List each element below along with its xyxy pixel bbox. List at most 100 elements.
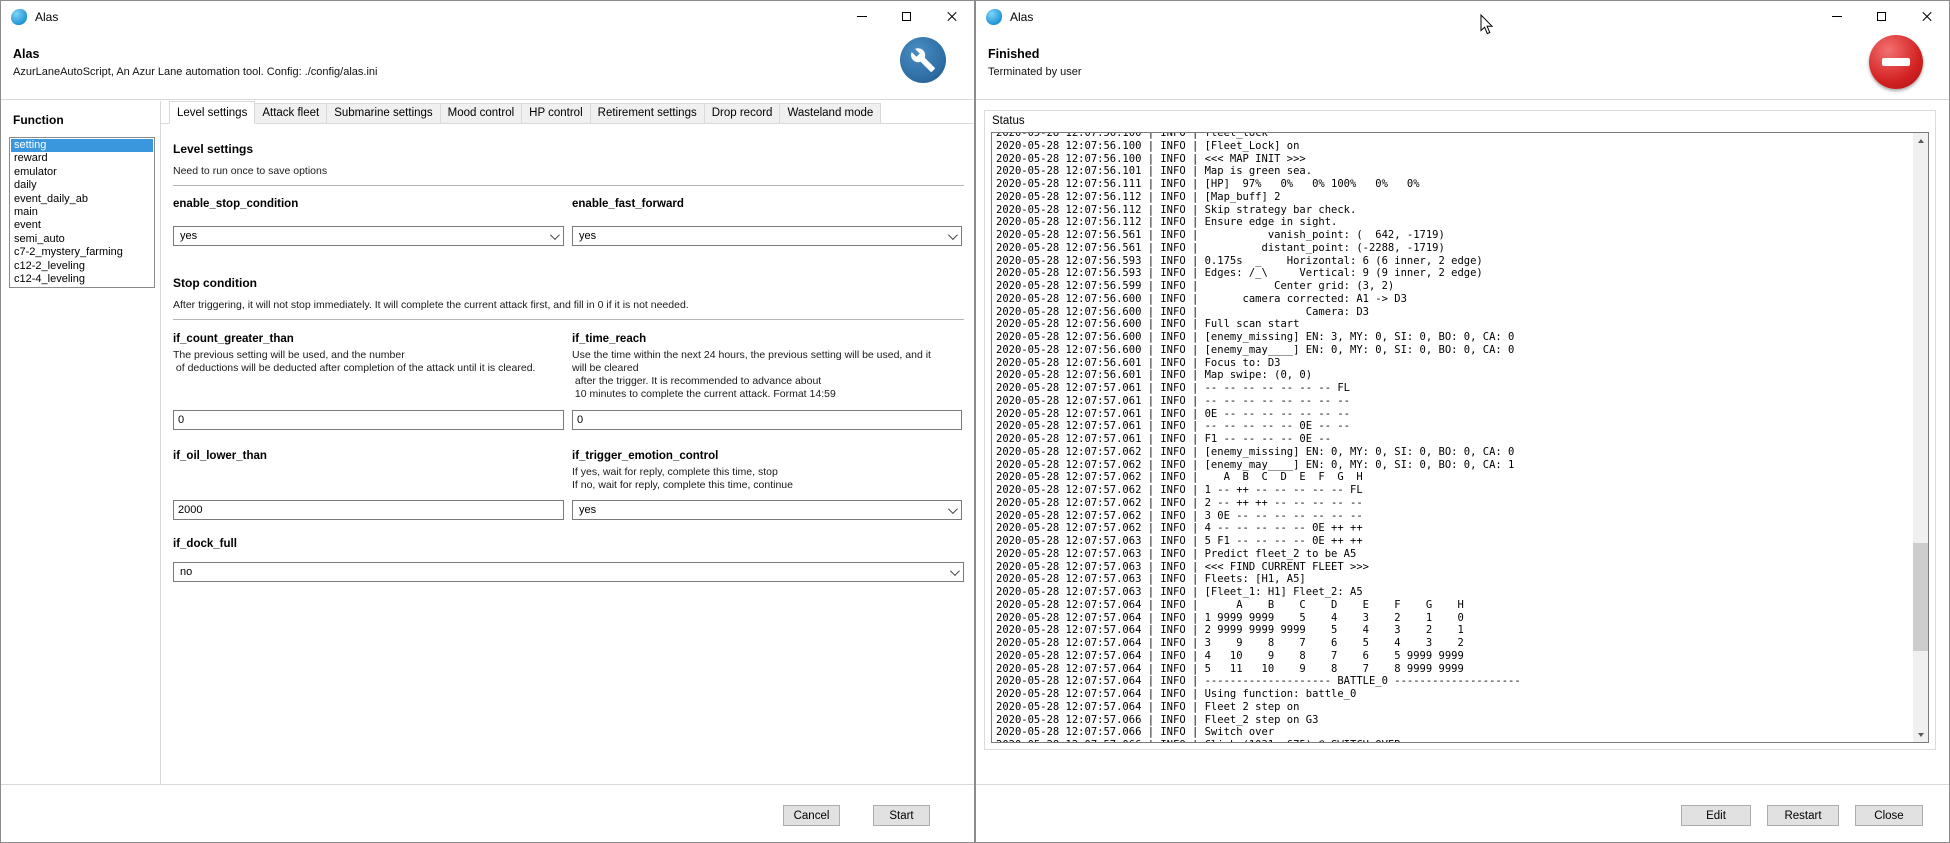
- tab-level-settings[interactable]: Level settings: [169, 101, 255, 124]
- chevron-down-icon: [948, 504, 958, 514]
- titlebar: Alas: [1, 1, 974, 33]
- restart-button[interactable]: Restart: [1767, 805, 1839, 826]
- scroll-down-button[interactable]: [1913, 727, 1928, 742]
- alas-config-window: Alas Alas AzurLaneAutoScript, An Azur La…: [0, 0, 975, 843]
- enable-stop-condition-value: yes: [180, 230, 197, 242]
- field-label-if-dock-full: if_dock_full: [173, 538, 964, 550]
- tab-hp-control[interactable]: HP control: [521, 103, 590, 123]
- sidebar-item-event_daily_ab[interactable]: event_daily_ab: [11, 193, 153, 206]
- wrench-icon: [910, 47, 936, 73]
- scroll-down-icon: [1918, 733, 1924, 737]
- chevron-down-icon: [948, 230, 958, 240]
- if-oil-lower-than-input[interactable]: [173, 500, 564, 520]
- section-title-level-settings: Level settings: [173, 142, 964, 156]
- no-entry-icon: [1882, 58, 1910, 66]
- alas-app-icon: [986, 9, 1002, 25]
- if-time-reach-input[interactable]: [572, 410, 962, 430]
- scroll-up-icon: [1918, 139, 1924, 143]
- enable-fast-forward-select[interactable]: yes: [572, 226, 962, 246]
- log-scrollbar[interactable]: [1913, 133, 1928, 742]
- app-subtitle: AzurLaneAutoScript, An Azur Lane automat…: [13, 66, 974, 78]
- section-title-stop-condition: Stop condition: [173, 276, 964, 290]
- function-label: Function: [13, 113, 160, 127]
- maximize-icon: [1877, 12, 1886, 21]
- field-desc: Use the time within the next 24 hours, t…: [572, 349, 962, 362]
- sidebar-item-event[interactable]: event: [11, 219, 153, 232]
- sidebar-item-c12-4_leveling[interactable]: c12-4_leveling: [11, 273, 153, 286]
- field-label-if-oil-lower-than: if_oil_lower_than: [173, 450, 564, 462]
- scroll-up-button[interactable]: [1913, 133, 1928, 148]
- tab-wasteland-mode[interactable]: Wasteland mode: [779, 103, 881, 123]
- field-label-if-trigger-emotion-control: if_trigger_emotion_control: [572, 450, 962, 462]
- section-desc-level-settings: Need to run once to save options: [173, 165, 964, 177]
- log-viewport[interactable]: 2020-05-28 12:07:56.100 | INFO | fleet_l…: [991, 132, 1929, 743]
- field-desc: If yes, wait for reply, complete this ti…: [572, 466, 962, 479]
- chevron-down-icon: [950, 566, 960, 576]
- field-desc: will be cleared: [572, 362, 962, 375]
- level-settings-panel: Level settings Need to run once to save …: [161, 124, 974, 582]
- if-dock-full-value: no: [180, 566, 192, 578]
- function-sidebar: Function settingrewardemulatordailyevent…: [1, 101, 161, 784]
- maximize-icon: [902, 12, 911, 21]
- field-label-enable-stop-condition: enable_stop_condition: [173, 198, 564, 210]
- scrollbar-thumb[interactable]: [1913, 543, 1928, 651]
- if-count-greater-than-input[interactable]: [173, 410, 564, 430]
- tab-drop-record[interactable]: Drop record: [704, 103, 781, 123]
- sidebar-item-reward[interactable]: reward: [11, 152, 153, 165]
- tab-attack-fleet[interactable]: Attack fleet: [254, 103, 327, 123]
- close-run-button[interactable]: Close: [1855, 805, 1923, 826]
- stopped-badge: [1869, 35, 1923, 89]
- maximize-button[interactable]: [884, 1, 929, 32]
- close-icon: [1921, 11, 1933, 23]
- alas-run-window: Alas Finished Terminated by user Status …: [975, 0, 1950, 843]
- function-list[interactable]: settingrewardemulatordailyevent_daily_ab…: [9, 137, 155, 288]
- if-trigger-emotion-control-select[interactable]: yes: [572, 500, 962, 520]
- status-label: Status: [992, 115, 1025, 127]
- minimize-icon: [857, 16, 867, 17]
- field-label-if-time-reach: if_time_reach: [572, 333, 962, 345]
- section-desc-stop-condition: After triggering, it will not stop immed…: [173, 299, 964, 311]
- edit-button[interactable]: Edit: [1681, 805, 1751, 826]
- if-trigger-emotion-control-value: yes: [579, 504, 596, 516]
- run-header: Finished Terminated by user: [976, 33, 1949, 100]
- enable-stop-condition-select[interactable]: yes: [173, 226, 564, 246]
- status-log: 2020-05-28 12:07:56.100 | INFO | fleet_l…: [992, 132, 1928, 743]
- status-groupbox: Status 2020-05-28 12:07:56.100 | INFO | …: [984, 110, 1936, 750]
- minimize-button[interactable]: [839, 1, 884, 32]
- right-footer: Edit Restart Close: [976, 784, 1949, 842]
- field-desc: The previous setting will be used, and t…: [173, 349, 564, 362]
- if-dock-full-select[interactable]: no: [173, 562, 964, 582]
- window-title: Alas: [1010, 10, 1033, 24]
- tab-submarine-settings[interactable]: Submarine settings: [326, 103, 440, 123]
- minimize-icon: [1832, 16, 1842, 17]
- run-status-title: Finished: [988, 47, 1949, 61]
- start-button[interactable]: Start: [873, 805, 930, 826]
- sidebar-item-semi_auto[interactable]: semi_auto: [11, 233, 153, 246]
- cancel-button[interactable]: Cancel: [783, 805, 840, 826]
- sidebar-item-main[interactable]: main: [11, 206, 153, 219]
- field-label-if-count-greater-than: if_count_greater_than: [173, 333, 564, 345]
- field-desc: of deductions will be deducted after com…: [173, 362, 564, 375]
- maximize-button[interactable]: [1859, 1, 1904, 32]
- enable-fast-forward-value: yes: [579, 230, 596, 242]
- settings-tabstrip: Level settingsAttack fleetSubmarine sett…: [161, 101, 974, 124]
- app-header: Alas AzurLaneAutoScript, An Azur Lane au…: [1, 33, 974, 100]
- close-button[interactable]: [929, 1, 974, 32]
- alas-app-icon: [11, 9, 27, 25]
- sidebar-item-emulator[interactable]: emulator: [11, 166, 153, 179]
- field-label-enable-fast-forward: enable_fast_forward: [572, 198, 962, 210]
- sidebar-item-daily[interactable]: daily: [11, 179, 153, 192]
- tab-mood-control[interactable]: Mood control: [440, 103, 522, 123]
- minimize-button[interactable]: [1814, 1, 1859, 32]
- run-status-subtitle: Terminated by user: [988, 66, 1949, 78]
- sidebar-item-c7-2_mystery_farming[interactable]: c7-2_mystery_farming: [11, 246, 153, 259]
- close-button[interactable]: [1904, 1, 1949, 32]
- sidebar-item-setting[interactable]: setting: [11, 139, 153, 152]
- tab-retirement-settings[interactable]: Retirement settings: [590, 103, 705, 123]
- left-footer: Cancel Start: [1, 784, 974, 842]
- field-desc: after the trigger. It is recommended to …: [572, 375, 962, 388]
- chevron-down-icon: [550, 230, 560, 240]
- sidebar-item-c12-2_leveling[interactable]: c12-2_leveling: [11, 260, 153, 273]
- divider: [173, 319, 964, 320]
- close-icon: [946, 11, 958, 23]
